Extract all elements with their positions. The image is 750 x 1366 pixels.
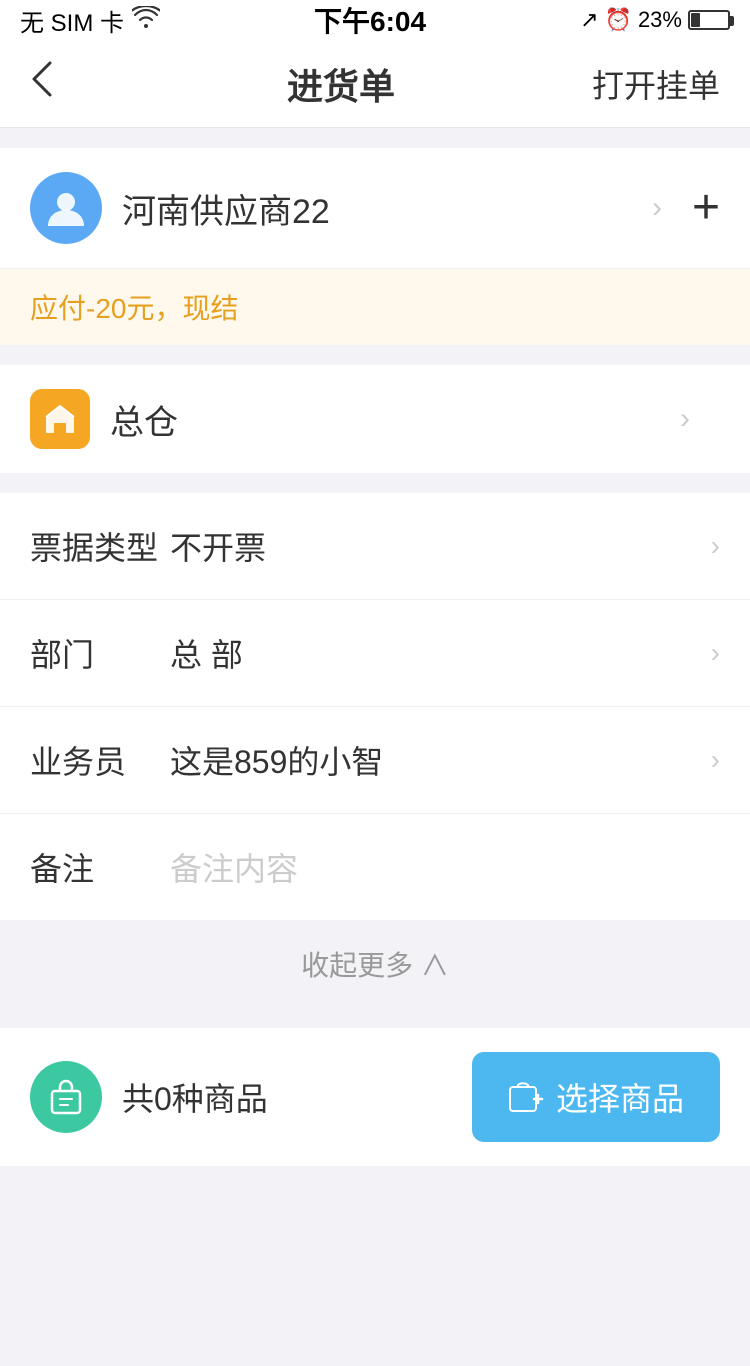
nav-bar: 进货单 打开挂单 <box>0 40 750 128</box>
warehouse-name: 总仓 <box>110 395 680 444</box>
wifi-icon <box>132 6 160 35</box>
page-title: 进货单 <box>287 58 395 110</box>
status-bar: 无 SIM 卡 下午6:04 ↗ ⏰ 23% <box>0 0 750 40</box>
supplier-chevron-icon: › <box>652 191 662 225</box>
status-right: ↗ ⏰ 23% <box>580 7 730 33</box>
remark-label: 备注 <box>30 844 170 890</box>
salesperson-row[interactable]: 业务员 这是859的小智 › <box>0 707 750 814</box>
warehouse-chevron-icon: › <box>680 402 690 436</box>
salesperson-chevron-icon: › <box>711 744 720 776</box>
bottom-bar: 共0种商品 选择商品 <box>0 1028 750 1166</box>
collapse-toggle[interactable]: 收起更多 ∧ <box>0 920 750 1008</box>
status-left: 无 SIM 卡 <box>20 3 160 38</box>
invoice-type-row[interactable]: 票据类型 不开票 › <box>0 493 750 600</box>
notice-text: 应付-20元，现结 <box>30 293 238 324</box>
department-label: 部门 <box>30 630 170 676</box>
salesperson-value: 这是859的小智 <box>170 737 711 783</box>
product-count-icon <box>30 1061 102 1133</box>
notice-bar: 应付-20元，现结 <box>0 269 750 345</box>
remark-input[interactable]: 备注内容 <box>170 844 720 890</box>
supplier-name: 河南供应商22 <box>122 184 652 233</box>
add-supplier-button[interactable]: + <box>692 184 720 232</box>
warehouse-icon <box>30 389 90 449</box>
select-product-label: 选择商品 <box>556 1074 684 1120</box>
section-divider-1 <box>0 128 750 148</box>
open-pending-button[interactable]: 打开挂单 <box>592 61 720 107</box>
warehouse-card: 总仓 › <box>0 365 750 473</box>
product-count-text: 共0种商品 <box>122 1074 472 1120</box>
department-row[interactable]: 部门 总 部 › <box>0 600 750 707</box>
supplier-avatar <box>30 172 102 244</box>
section-divider-2 <box>0 345 750 365</box>
alarm-icon: ⏰ <box>605 7 632 33</box>
invoice-type-chevron-icon: › <box>711 530 720 562</box>
form-section: 票据类型 不开票 › 部门 总 部 › 业务员 这是859的小智 › 备注 备注… <box>0 493 750 920</box>
invoice-type-value: 不开票 <box>170 523 711 569</box>
department-value: 总 部 <box>170 630 711 676</box>
warehouse-row[interactable]: 总仓 › <box>0 365 750 473</box>
select-product-button[interactable]: 选择商品 <box>472 1052 720 1142</box>
carrier-text: 无 SIM 卡 <box>20 3 124 38</box>
department-chevron-icon: › <box>711 637 720 669</box>
supplier-row[interactable]: 河南供应商22 › + <box>0 148 750 269</box>
page-background <box>0 1166 750 1366</box>
salesperson-label: 业务员 <box>30 737 170 783</box>
back-button[interactable] <box>30 59 90 109</box>
battery-icon <box>688 10 730 30</box>
location-icon: ↗ <box>580 7 598 33</box>
remark-row[interactable]: 备注 备注内容 <box>0 814 750 920</box>
status-time: 下午6:04 <box>314 0 426 40</box>
invoice-type-label: 票据类型 <box>30 523 170 569</box>
battery-text: 23% <box>638 7 682 33</box>
supplier-card: 河南供应商22 › + 应付-20元，现结 <box>0 148 750 345</box>
